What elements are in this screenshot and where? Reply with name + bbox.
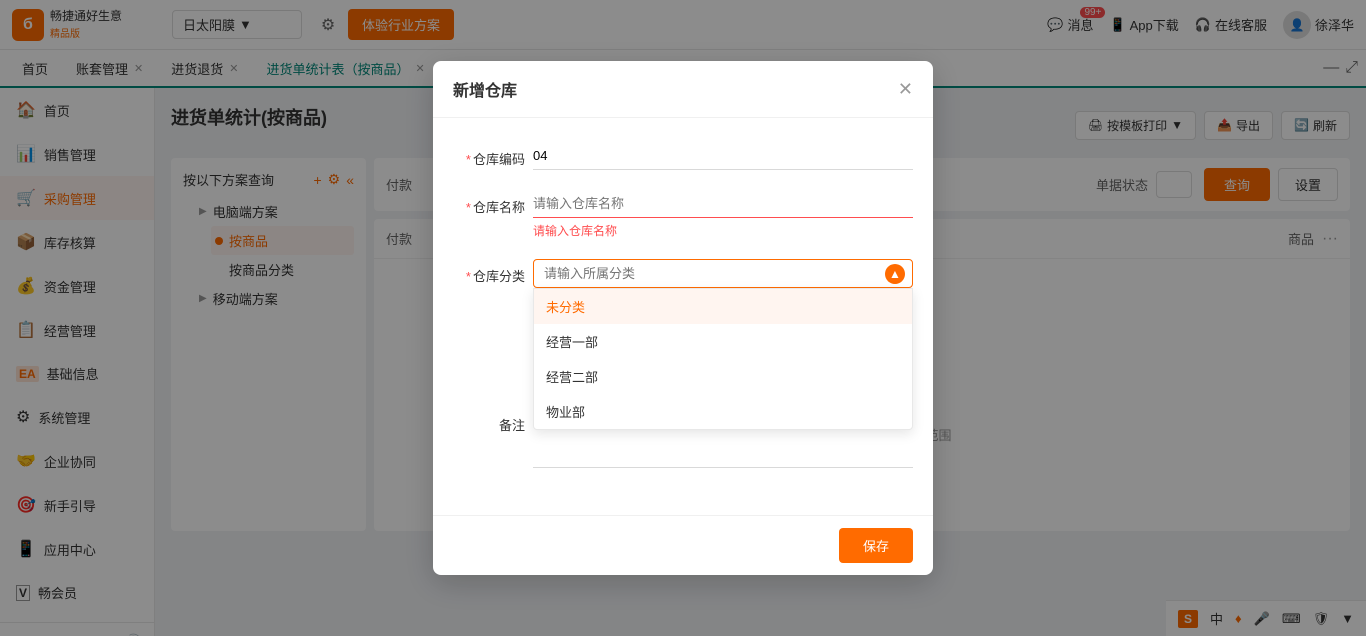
form-row-code: 仓库编码 xyxy=(453,142,913,170)
category-input[interactable] xyxy=(533,259,913,288)
name-label: 仓库名称 xyxy=(453,190,533,216)
name-field-control: 请输入仓库名称 xyxy=(533,190,913,239)
add-warehouse-modal: 新增仓库 ✕ 仓库编码 仓库名称 请输入仓库名称 仓库分类 xyxy=(433,61,933,575)
dropdown-item-property[interactable]: 物业部 xyxy=(534,394,912,429)
code-input[interactable] xyxy=(533,142,913,170)
modal-title: 新增仓库 xyxy=(453,77,517,101)
modal-footer: 保存 xyxy=(433,515,933,575)
save-button[interactable]: 保存 xyxy=(839,528,913,563)
modal-close-button[interactable]: ✕ xyxy=(898,79,913,100)
name-error-msg: 请输入仓库名称 xyxy=(533,222,913,239)
category-dropdown: 未分类 经营一部 经营二部 物业部 xyxy=(533,288,913,430)
form-row-category: 仓库分类 ▲ 未分类 经营一部 经营二部 xyxy=(453,259,913,288)
dropdown-item-uncategorized[interactable]: 未分类 xyxy=(534,289,912,324)
form-row-name: 仓库名称 请输入仓库名称 xyxy=(453,190,913,239)
code-field-control xyxy=(533,142,913,170)
remark-label: 备注 xyxy=(453,408,533,434)
code-label: 仓库编码 xyxy=(453,142,533,168)
modal-overlay[interactable]: 新增仓库 ✕ 仓库编码 仓库名称 请输入仓库名称 仓库分类 xyxy=(0,0,1366,636)
dropdown-item-dept2[interactable]: 经营二部 xyxy=(534,359,912,394)
category-label: 仓库分类 xyxy=(453,259,533,285)
category-field-control: ▲ 未分类 经营一部 经营二部 物业部 xyxy=(533,259,913,288)
dropdown-item-dept1[interactable]: 经营一部 xyxy=(534,324,912,359)
modal-body: 仓库编码 仓库名称 请输入仓库名称 仓库分类 ▲ xyxy=(433,118,933,515)
category-arrow-icon[interactable]: ▲ xyxy=(885,264,905,284)
name-input[interactable] xyxy=(533,190,913,218)
category-select-wrapper: ▲ xyxy=(533,259,913,288)
modal-header: 新增仓库 ✕ xyxy=(433,61,933,118)
